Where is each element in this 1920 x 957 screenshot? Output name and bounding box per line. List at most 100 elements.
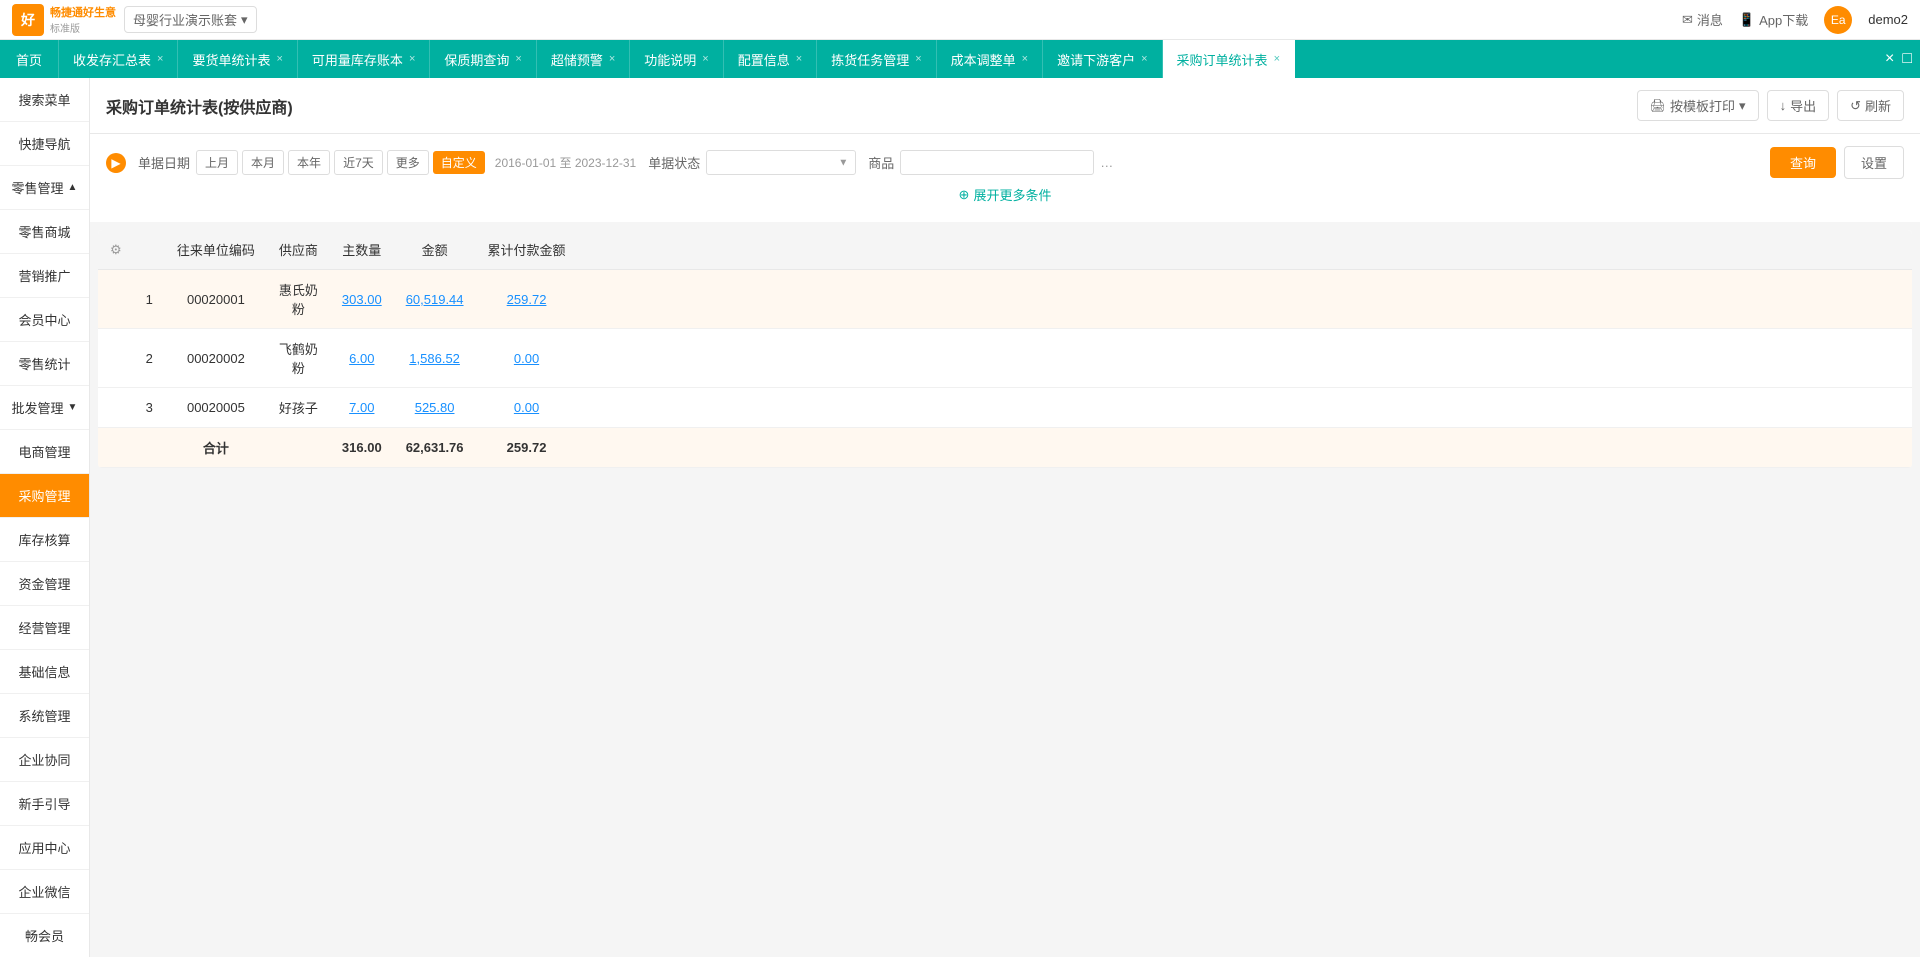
tab-tuohuo[interactable]: 拣货任务管理 × <box>817 40 936 78</box>
date-btn-this-year[interactable]: 本年 <box>288 150 330 175</box>
workspace-selector[interactable]: 母婴行业演示账套 ▾ <box>124 6 257 33</box>
amount-link[interactable]: 60,519.44 <box>406 292 464 307</box>
quantity-link[interactable]: 303.00 <box>342 292 382 307</box>
paid-link[interactable]: 0.00 <box>514 351 539 366</box>
sidebar-item-system[interactable]: 系统管理 <box>0 694 89 738</box>
sidebar-item-marketing[interactable]: 营销推广 <box>0 254 89 298</box>
sidebar-item-basic[interactable]: 基础信息 <box>0 650 89 694</box>
table-header-row: ⚙ 往来单位编码 供应商 主数量 金额 累计付款金额 <box>98 230 1912 270</box>
filter-row-1: ▶ 单据日期 上月 本月 本年 近7天 更多 自定义 2016-01-01 至 … <box>106 146 1904 179</box>
sidebar-item-purchase[interactable]: 采购管理 <box>0 474 89 518</box>
footer-label: 合计 <box>165 428 267 468</box>
tab-yaohuodanjilu[interactable]: 要货单统计表 × <box>178 40 297 78</box>
tab-caigou[interactable]: 采购订单统计表 × <box>1163 40 1295 78</box>
th-amount: 金额 <box>394 230 476 270</box>
date-btn-this-month[interactable]: 本月 <box>242 150 284 175</box>
expand-more-btn[interactable]: ⊕ 展开更多条件 <box>959 185 1052 204</box>
goods-input[interactable] <box>900 150 1094 175</box>
close-tab-caigou[interactable]: × <box>1274 53 1280 65</box>
sidebar-item-search[interactable]: 搜索菜单 <box>0 78 89 122</box>
close-tab-yaoqing[interactable]: × <box>1141 53 1147 65</box>
chevron-down-icon: ▲ <box>68 182 78 193</box>
tab-home[interactable]: 首页 <box>0 40 59 78</box>
sidebar-item-vip[interactable]: 畅会员 <box>0 914 89 957</box>
tab-keyongliku[interactable]: 可用量库存账本 × <box>298 40 430 78</box>
date-btn-more[interactable]: 更多 <box>387 150 429 175</box>
close-tab-gongneng[interactable]: × <box>702 53 708 65</box>
column-settings-icon[interactable]: ⚙ <box>110 242 122 257</box>
sidebar-item-retail-shop[interactable]: 零售商城 <box>0 210 89 254</box>
table-body: 1 00020001 惠氏奶粉 303.00 60,519.44 259.72 … <box>98 270 1912 428</box>
tab-chaochu[interactable]: 超储预警 × <box>537 40 630 78</box>
sidebar-item-wholesale[interactable]: 批发管理 ▼ <box>0 386 89 430</box>
collapse-toggle-btn[interactable]: ▶ <box>106 153 126 173</box>
nav-tabs: 首页 收发存汇总表 × 要货单统计表 × 可用量库存账本 × 保质期查询 × 超… <box>0 40 1920 78</box>
table-area: ⚙ 往来单位编码 供应商 主数量 金额 累计付款金额 <box>98 230 1912 468</box>
sidebar-item-retail-stats[interactable]: 零售统计 <box>0 342 89 386</box>
user-avatar[interactable]: Ea <box>1824 6 1852 34</box>
tab-shoufashui[interactable]: 收发存汇总表 × <box>59 40 178 78</box>
close-tab-chengben[interactable]: × <box>1022 53 1028 65</box>
sidebar-item-appcenter[interactable]: 应用中心 <box>0 826 89 870</box>
th-rownum <box>134 230 165 270</box>
sidebar-item-inventory[interactable]: 库存核算 <box>0 518 89 562</box>
status-select[interactable] <box>706 150 856 175</box>
quantity-link[interactable]: 6.00 <box>349 351 374 366</box>
paid-link[interactable]: 259.72 <box>507 292 547 307</box>
status-filter-label: 单据状态 <box>648 153 700 172</box>
main-content: 采购订单统计表(按供应商) 🖨 按模板打印 ▾ ↓ 导出 ↺ 刷新 <box>90 78 1920 957</box>
data-table: ⚙ 往来单位编码 供应商 主数量 金额 累计付款金额 <box>98 230 1912 468</box>
sidebar: 搜索菜单 快捷导航 零售管理 ▲ 零售商城 营销推广 会员中心 零售统计 批发管… <box>0 78 90 957</box>
date-btn-7days[interactable]: 近7天 <box>334 150 383 175</box>
sidebar-item-enterprise[interactable]: 企业协同 <box>0 738 89 782</box>
sidebar-item-member[interactable]: 会员中心 <box>0 298 89 342</box>
th-spacer <box>578 230 1912 270</box>
sidebar-item-finance[interactable]: 资金管理 <box>0 562 89 606</box>
filter-actions: 查询 设置 <box>1770 146 1904 179</box>
date-btn-last-month[interactable]: 上月 <box>196 150 238 175</box>
logo-icon: 好 <box>12 4 44 36</box>
filter-area: ▶ 单据日期 上月 本月 本年 近7天 更多 自定义 2016-01-01 至 … <box>90 134 1920 222</box>
sidebar-item-operations[interactable]: 经营管理 <box>0 606 89 650</box>
th-paid: 累计付款金额 <box>476 230 578 270</box>
tab-baozhiqi[interactable]: 保质期查询 × <box>430 40 536 78</box>
date-btn-custom[interactable]: 自定义 <box>433 151 485 174</box>
amount-link[interactable]: 525.80 <box>415 400 455 415</box>
print-button[interactable]: 🖨 按模板打印 ▾ <box>1637 90 1759 121</box>
app-download-btn[interactable]: 📱 App下载 <box>1739 10 1808 29</box>
sidebar-item-newguide[interactable]: 新手引导 <box>0 782 89 826</box>
close-tab-baozhiqi[interactable]: × <box>515 53 521 65</box>
goods-search-icon[interactable]: … <box>1100 155 1113 170</box>
close-tab-keyongliku[interactable]: × <box>409 53 415 65</box>
settings-button[interactable]: 设置 <box>1844 146 1904 179</box>
nav-maximize-btn[interactable]: □ <box>1902 50 1912 68</box>
sidebar-item-corpwechat[interactable]: 企业微信 <box>0 870 89 914</box>
tab-yaoqing[interactable]: 邀请下游客户 × <box>1043 40 1162 78</box>
sidebar-item-quicknav[interactable]: 快捷导航 <box>0 122 89 166</box>
paid-link[interactable]: 0.00 <box>514 400 539 415</box>
nav-close-all-btn[interactable]: × <box>1885 50 1894 68</box>
close-tab-shoufashui[interactable]: × <box>157 53 163 65</box>
close-tab-tuohuo[interactable]: × <box>915 53 921 65</box>
tab-peizhi[interactable]: 配置信息 × <box>724 40 817 78</box>
table-container: ⚙ 往来单位编码 供应商 主数量 金额 累计付款金额 <box>98 230 1912 468</box>
query-button[interactable]: 查询 <box>1770 147 1836 178</box>
quantity-link[interactable]: 7.00 <box>349 400 374 415</box>
toggle-arrow-icon: ▶ <box>111 156 120 170</box>
sidebar-item-retail[interactable]: 零售管理 ▲ <box>0 166 89 210</box>
tab-gongneng[interactable]: 功能说明 × <box>630 40 723 78</box>
message-btn[interactable]: ✉ 消息 <box>1682 10 1723 29</box>
tab-chengben[interactable]: 成本调整单 × <box>937 40 1043 78</box>
refresh-icon: ↺ <box>1850 98 1861 114</box>
message-icon: ✉ <box>1682 12 1693 28</box>
export-button[interactable]: ↓ 导出 <box>1767 90 1830 121</box>
chevron-down-icon: ▾ <box>1739 98 1746 114</box>
close-tab-chaochu[interactable]: × <box>609 53 615 65</box>
amount-link[interactable]: 1,586.52 <box>409 351 460 366</box>
close-tab-peizhi[interactable]: × <box>796 53 802 65</box>
refresh-button[interactable]: ↺ 刷新 <box>1837 90 1904 121</box>
download-icon: 📱 <box>1739 12 1755 28</box>
th-settings: ⚙ <box>98 230 134 270</box>
sidebar-item-ecommerce[interactable]: 电商管理 <box>0 430 89 474</box>
close-tab-yaohuodanjilu[interactable]: × <box>276 53 282 65</box>
